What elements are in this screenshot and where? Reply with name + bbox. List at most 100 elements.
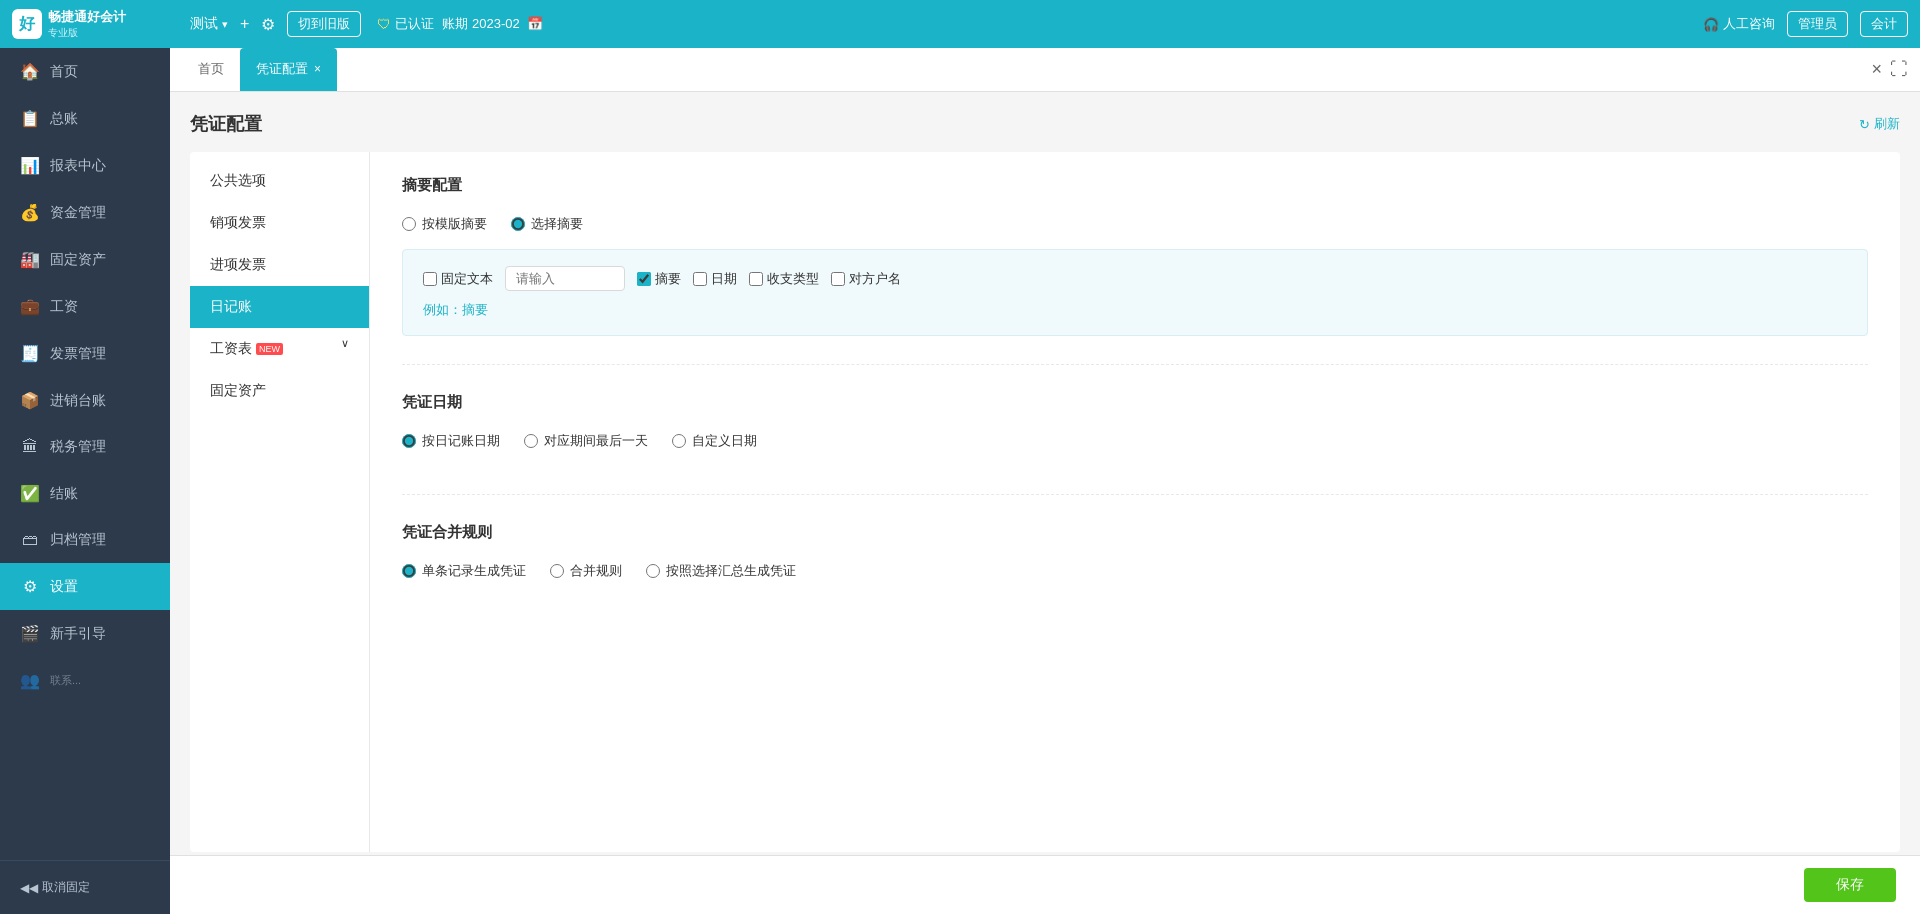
counterparty-checkbox[interactable] — [831, 272, 845, 286]
radio-single-record-input[interactable] — [402, 564, 416, 578]
voucher-merge-radio-group: 单条记录生成凭证 合并规则 按照选择汇总生成凭证 — [402, 562, 1868, 580]
tab-close-icon[interactable]: × — [314, 62, 321, 76]
sidebar-item-tax[interactable]: 🏛 税务管理 — [0, 424, 170, 470]
radio-last-day-input[interactable] — [524, 434, 538, 448]
archive-icon: 🗃 — [20, 531, 40, 549]
fixed-text-checkbox-label[interactable]: 固定文本 — [423, 270, 493, 288]
radio-custom-date[interactable]: 自定义日期 — [672, 432, 757, 450]
radio-merge-rule-input[interactable] — [550, 564, 564, 578]
abstract-checkbox[interactable] — [637, 272, 651, 286]
pin-icon: ◀◀ — [20, 881, 38, 895]
salary-icon: 💼 — [20, 297, 40, 316]
contact-icon: 👥 — [20, 671, 40, 690]
radio-merge-rule[interactable]: 合并规则 — [550, 562, 622, 580]
radio-template-summary[interactable]: 按模版摘要 — [402, 215, 487, 233]
role-button[interactable]: 会计 — [1860, 11, 1908, 37]
add-icon[interactable]: + — [240, 15, 249, 33]
summary-sub-config: 固定文本 摘要 日期 — [402, 249, 1868, 336]
date-checkbox[interactable] — [693, 272, 707, 286]
radio-template-input[interactable] — [402, 217, 416, 231]
sidebar-item-home[interactable]: 🏠 首页 — [0, 48, 170, 95]
radio-custom-date-input[interactable] — [672, 434, 686, 448]
refresh-button[interactable]: ↻ 刷新 — [1859, 115, 1900, 133]
radio-select-input[interactable] — [511, 217, 525, 231]
radio-by-journal-date[interactable]: 按日记账日期 — [402, 432, 500, 450]
section-voucher-merge-title: 凭证合并规则 — [402, 523, 1868, 542]
radio-select-summary-voucher[interactable]: 按照选择汇总生成凭证 — [646, 562, 796, 580]
logo-text: 畅捷通好会计 专业版 — [48, 8, 126, 40]
expand-icon: ∨ — [341, 336, 349, 349]
fixed-text-input[interactable] — [505, 266, 625, 291]
sidebar-item-report[interactable]: 📊 报表中心 — [0, 142, 170, 189]
content-area: 首页 凭证配置 × × ⛶ 凭证配置 ↻ 刷新 — [170, 48, 1920, 914]
sidebar-item-guide[interactable]: 🎬 新手引导 — [0, 610, 170, 657]
left-nav-item-salary-table[interactable]: 工资表NEW ∨ — [190, 328, 369, 370]
sidebar-item-purchase-sales[interactable]: 📦 进销台账 — [0, 377, 170, 424]
purchase-sales-icon: 📦 — [20, 391, 40, 410]
support-button[interactable]: 🎧 人工咨询 — [1703, 15, 1775, 33]
topbar: 好 畅捷通好会计 专业版 测试 ▾ + ⚙ 切到旧版 🛡 已认证 账期 2023… — [0, 0, 1920, 48]
main-layout: 🏠 首页 📋 总账 📊 报表中心 💰 资金管理 🏭 固定资产 💼 工资 🧾 发票… — [0, 48, 1920, 914]
admin-button[interactable]: 管理员 — [1787, 11, 1848, 37]
radio-single-record[interactable]: 单条记录生成凭证 — [402, 562, 526, 580]
date-checkbox-label[interactable]: 日期 — [693, 270, 737, 288]
sidebar-item-fixed-assets[interactable]: 🏭 固定资产 — [0, 236, 170, 283]
radio-last-day[interactable]: 对应期间最后一天 — [524, 432, 648, 450]
tabbar: 首页 凭证配置 × × ⛶ — [170, 48, 1920, 92]
sidebar-item-ledger[interactable]: 📋 总账 — [0, 95, 170, 142]
topbar-actions: + ⚙ 切到旧版 — [240, 11, 361, 37]
project-selector[interactable]: 测试 ▾ — [190, 15, 228, 33]
summary-radio-group: 按模版摘要 选择摘要 — [402, 215, 1868, 233]
shield-icon: 🛡 — [377, 16, 391, 32]
radio-select-summary[interactable]: 选择摘要 — [511, 215, 583, 233]
period-display: 账期 2023-02 📅 — [442, 15, 543, 33]
save-button[interactable]: 保存 — [1804, 868, 1896, 902]
window-expand-button[interactable]: ⛶ — [1890, 59, 1908, 80]
window-close-button[interactable]: × — [1871, 59, 1882, 80]
section-summary: 摘要配置 按模版摘要 选择摘要 — [402, 176, 1868, 365]
sidebar-item-salary[interactable]: 💼 工资 — [0, 283, 170, 330]
sidebar-item-closing[interactable]: ✅ 结账 — [0, 470, 170, 517]
payment-type-checkbox[interactable] — [749, 272, 763, 286]
sidebar-item-archive[interactable]: 🗃 归档管理 — [0, 517, 170, 563]
counterparty-checkbox-label[interactable]: 对方户名 — [831, 270, 901, 288]
topbar-right: 🎧 人工咨询 管理员 会计 — [1703, 11, 1908, 37]
unpin-button[interactable]: ◀◀ 取消固定 — [0, 871, 170, 904]
radio-by-journal-date-input[interactable] — [402, 434, 416, 448]
ledger-icon: 📋 — [20, 109, 40, 128]
tabbar-right: × ⛶ — [1871, 59, 1908, 80]
sidebar-item-invoice-mgmt[interactable]: 🧾 发票管理 — [0, 330, 170, 377]
logo: 好 畅捷通好会计 专业版 — [12, 8, 182, 40]
tab-home[interactable]: 首页 — [182, 48, 240, 91]
certified-status: 🛡 已认证 — [377, 15, 434, 33]
abstract-checkbox-label[interactable]: 摘要 — [637, 270, 681, 288]
calendar-icon[interactable]: 📅 — [527, 16, 543, 31]
sidebar-item-fund[interactable]: 💰 资金管理 — [0, 189, 170, 236]
fund-icon: 💰 — [20, 203, 40, 222]
right-content: 摘要配置 按模版摘要 选择摘要 — [370, 152, 1900, 852]
project-chevron-icon: ▾ — [222, 18, 228, 31]
tax-icon: 🏛 — [20, 438, 40, 456]
tab-voucher-config[interactable]: 凭证配置 × — [240, 48, 337, 91]
new-badge: NEW — [256, 343, 283, 355]
sidebar-bottom: ◀◀ 取消固定 — [0, 860, 170, 914]
sidebar-item-contact[interactable]: 👥 联系... — [0, 657, 170, 704]
save-bar: 保存 — [170, 855, 1920, 914]
left-nav-item-journal[interactable]: 日记账 — [190, 286, 369, 328]
logo-icon: 好 — [12, 9, 42, 39]
sidebar-item-settings[interactable]: ⚙ 设置 — [0, 563, 170, 610]
section-voucher-merge: 凭证合并规则 单条记录生成凭证 合并规则 — [402, 523, 1868, 624]
left-nav-item-purchase-invoice[interactable]: 进项发票 — [190, 244, 369, 286]
guide-icon: 🎬 — [20, 624, 40, 643]
settings-icon[interactable]: ⚙ — [261, 15, 275, 34]
fixed-text-checkbox[interactable] — [423, 272, 437, 286]
refresh-icon: ↻ — [1859, 117, 1870, 132]
radio-select-summary-input[interactable] — [646, 564, 660, 578]
example-text: 例如：摘要 — [423, 301, 1847, 319]
switch-old-button[interactable]: 切到旧版 — [287, 11, 361, 37]
closing-icon: ✅ — [20, 484, 40, 503]
left-nav-item-sales-invoice[interactable]: 销项发票 — [190, 202, 369, 244]
payment-type-checkbox-label[interactable]: 收支类型 — [749, 270, 819, 288]
left-nav-item-fixed-assets[interactable]: 固定资产 — [190, 370, 369, 412]
left-nav-item-public[interactable]: 公共选项 — [190, 160, 369, 202]
